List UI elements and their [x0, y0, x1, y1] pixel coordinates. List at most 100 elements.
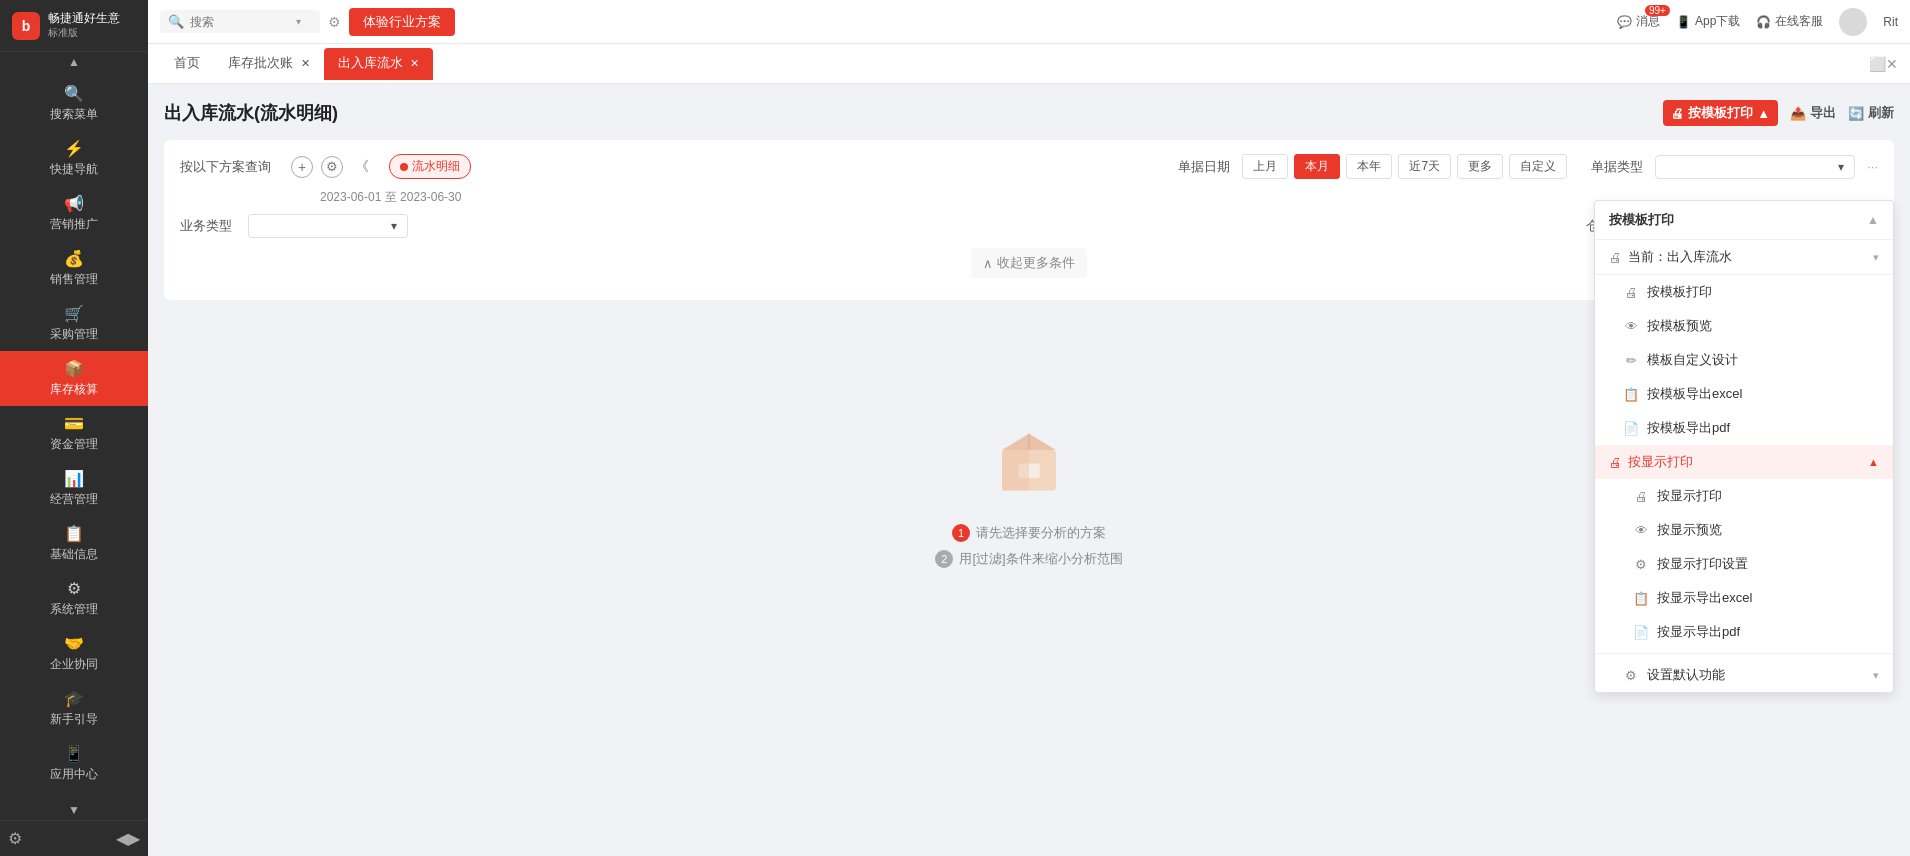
dropdown-item-display-pdf[interactable]: 📄 按显示导出pdf	[1595, 615, 1893, 649]
sidebar-item-label: 经营管理	[50, 491, 98, 508]
dropdown-up-icon[interactable]: ▲	[1867, 213, 1879, 227]
sidebar-item-label: 基础信息	[50, 546, 98, 563]
settings-bottom-icon[interactable]: ⚙	[8, 829, 22, 848]
sidebar-scroll-up[interactable]: ▲	[64, 52, 84, 72]
sidebar-bottom: ⚙ ◀▶	[0, 820, 148, 856]
dropdown-item-template-print[interactable]: 🖨 按模板打印	[1595, 275, 1893, 309]
export-icon: 📤	[1790, 106, 1806, 121]
dropdown-item-template-custom[interactable]: ✏ 模板自定义设计	[1595, 343, 1893, 377]
sidebar-item-inventory[interactable]: 📦 库存核算	[0, 351, 148, 406]
sidebar-scroll-down[interactable]: ▼	[64, 800, 84, 820]
tab-batch[interactable]: 库存批次账 ✕	[214, 46, 324, 82]
empty-illustration	[984, 414, 1074, 504]
display-print-icon: 🖨	[1633, 489, 1649, 504]
chevron-down-icon[interactable]: ▾	[296, 16, 301, 27]
step-1-num: 1	[952, 524, 970, 542]
tab-flow[interactable]: 出入库流水 ✕	[324, 48, 434, 80]
date-label: 单据日期	[1178, 158, 1230, 176]
print-template-button[interactable]: 🖨 按模板打印 ▲	[1663, 100, 1778, 126]
purchase-icon: 🛒	[64, 304, 84, 323]
dropdown-item-display-excel[interactable]: 📋 按显示导出excel	[1595, 581, 1893, 615]
excel-icon: 📋	[1623, 387, 1639, 402]
wechat-icon: 💬	[64, 799, 84, 800]
inventory-icon: 📦	[64, 359, 84, 378]
header-gear-icon[interactable]: ⚙	[328, 14, 341, 30]
sidebar-item-system[interactable]: ⚙ 系统管理	[0, 571, 148, 626]
search-icon: 🔍	[168, 14, 184, 29]
date-tag-last-month[interactable]: 上月	[1242, 154, 1288, 179]
biz-type-select[interactable]: ▾	[248, 214, 408, 238]
sidebar-item-sales[interactable]: 💰 销售管理	[0, 241, 148, 296]
bill-type-label: 单据类型	[1591, 158, 1643, 176]
dropdown-item-template-excel[interactable]: 📋 按模板导出excel	[1595, 377, 1893, 411]
app-name: 畅捷通好生意	[48, 11, 120, 27]
tab-collapse-icon[interactable]: ✕	[1886, 56, 1898, 72]
tab-flow-close[interactable]: ✕	[410, 57, 419, 69]
sidebar-item-purchase[interactable]: 🛒 采购管理	[0, 296, 148, 351]
sidebar-item-quick-nav[interactable]: ⚡ 快捷导航	[0, 131, 148, 186]
dropdown-item-display-print[interactable]: 🖨 按显示打印	[1595, 479, 1893, 513]
sidebar-item-cooperation[interactable]: 🤝 企业协同	[0, 626, 148, 681]
sidebar-item-basic[interactable]: 📋 基础信息	[0, 516, 148, 571]
sidebar-item-finance[interactable]: 💳 资金管理	[0, 406, 148, 461]
logo-icon: b	[12, 12, 40, 40]
sidebar-item-search[interactable]: 🔍 搜索菜单	[0, 76, 148, 131]
sidebar: b 畅捷通好生意 标准版 ▲ 🔍 搜索菜单 ⚡ 快捷导航 📢 营销推广 💰 销售…	[0, 0, 148, 856]
search-icon: 🔍	[64, 84, 84, 103]
sidebar-item-app-center[interactable]: 📱 应用中心	[0, 736, 148, 791]
sidebar-item-operation[interactable]: 📊 经营管理	[0, 461, 148, 516]
filter-collapse-button[interactable]: 《	[351, 156, 373, 178]
date-tag-this-year[interactable]: 本年	[1346, 154, 1392, 179]
trial-button[interactable]: 体验行业方案	[349, 8, 455, 36]
date-tag-custom[interactable]: 自定义	[1509, 154, 1567, 179]
service-icon: 🎧	[1756, 15, 1771, 29]
dropdown-item-display-setting[interactable]: ⚙ 按显示打印设置	[1595, 547, 1893, 581]
dropdown-item-set-default[interactable]: ⚙ 设置默认功能 ▾	[1595, 658, 1893, 692]
date-tag-this-month[interactable]: 本月	[1294, 154, 1340, 179]
operation-icon: 📊	[64, 469, 84, 488]
tab-batch-close[interactable]: ✕	[301, 57, 310, 69]
bill-type-select[interactable]: ▾	[1655, 155, 1855, 179]
biz-type-label: 业务类型	[180, 217, 232, 235]
main-area: 🔍 ▾ ⚙ 体验行业方案 💬 消息 99+ 📱 App下载 🎧 在线客服 Rit	[148, 0, 1910, 856]
filter-setting-button[interactable]: ⚙	[321, 156, 343, 178]
dropdown-item-template-pdf[interactable]: 📄 按模板导出pdf	[1595, 411, 1893, 445]
app-logo: b 畅捷通好生意 标准版	[0, 0, 148, 52]
collapse-filter-button[interactable]: ∧ 收起更多条件	[971, 248, 1087, 278]
app-download-button[interactable]: 📱 App下载	[1676, 13, 1740, 30]
online-service-button[interactable]: 🎧 在线客服	[1756, 13, 1823, 30]
bill-type-more-icon[interactable]: ···	[1867, 159, 1878, 174]
refresh-button[interactable]: 🔄 刷新	[1848, 104, 1894, 122]
message-button[interactable]: 💬 消息 99+	[1617, 13, 1660, 30]
pdf-icon: 📄	[1623, 421, 1639, 436]
avatar[interactable]	[1839, 8, 1867, 36]
collapse-sidebar-icon[interactable]: ◀▶	[116, 829, 140, 848]
tabs-bar: 首页 库存批次账 ✕ 出入库流水 ✕ ⬜ ✕	[148, 44, 1910, 84]
date-tag-more[interactable]: 更多	[1457, 154, 1503, 179]
display-print-group-icon: 🖨	[1609, 455, 1622, 470]
svg-rect-4	[1002, 450, 1029, 491]
filter-add-button[interactable]: +	[291, 156, 313, 178]
date-tag-7days[interactable]: 近7天	[1398, 154, 1451, 179]
header-search[interactable]: 🔍 ▾	[160, 10, 320, 33]
content-wrapper: 出入库流水(流水明细) 🖨 按模板打印 ▲ 📤 导出 🔄 刷新	[164, 100, 1894, 632]
dropdown-item-display-preview[interactable]: 👁 按显示预览	[1595, 513, 1893, 547]
filter-flow-tag[interactable]: 流水明细	[389, 154, 471, 179]
username-label[interactable]: Rit	[1883, 15, 1898, 29]
display-group-chevron[interactable]: ▲	[1868, 456, 1879, 468]
content-area: 出入库流水(流水明细) 🖨 按模板打印 ▲ 📤 导出 🔄 刷新	[148, 84, 1910, 856]
tab-expand-icon[interactable]: ⬜	[1869, 56, 1886, 72]
top-header: 🔍 ▾ ⚙ 体验行业方案 💬 消息 99+ 📱 App下载 🎧 在线客服 Rit	[148, 0, 1910, 44]
sidebar-item-newbie[interactable]: 🎓 新手引导	[0, 681, 148, 736]
dropdown-display-group-header[interactable]: 🖨 按显示打印 ▲	[1595, 445, 1893, 479]
sidebar-item-wechat[interactable]: 💬 企业微信	[0, 791, 148, 800]
quick-nav-icon: ⚡	[64, 139, 84, 158]
filter-tag-dot	[400, 163, 408, 171]
tab-home[interactable]: 首页	[160, 46, 214, 82]
dropdown-current-chevron[interactable]: ▾	[1873, 251, 1879, 264]
dropdown-item-template-preview[interactable]: 👁 按模板预览	[1595, 309, 1893, 343]
sidebar-item-marketing[interactable]: 📢 营销推广	[0, 186, 148, 241]
biz-select-chevron-icon: ▾	[391, 219, 397, 233]
export-button[interactable]: 📤 导出	[1790, 104, 1836, 122]
search-input[interactable]	[190, 15, 290, 29]
